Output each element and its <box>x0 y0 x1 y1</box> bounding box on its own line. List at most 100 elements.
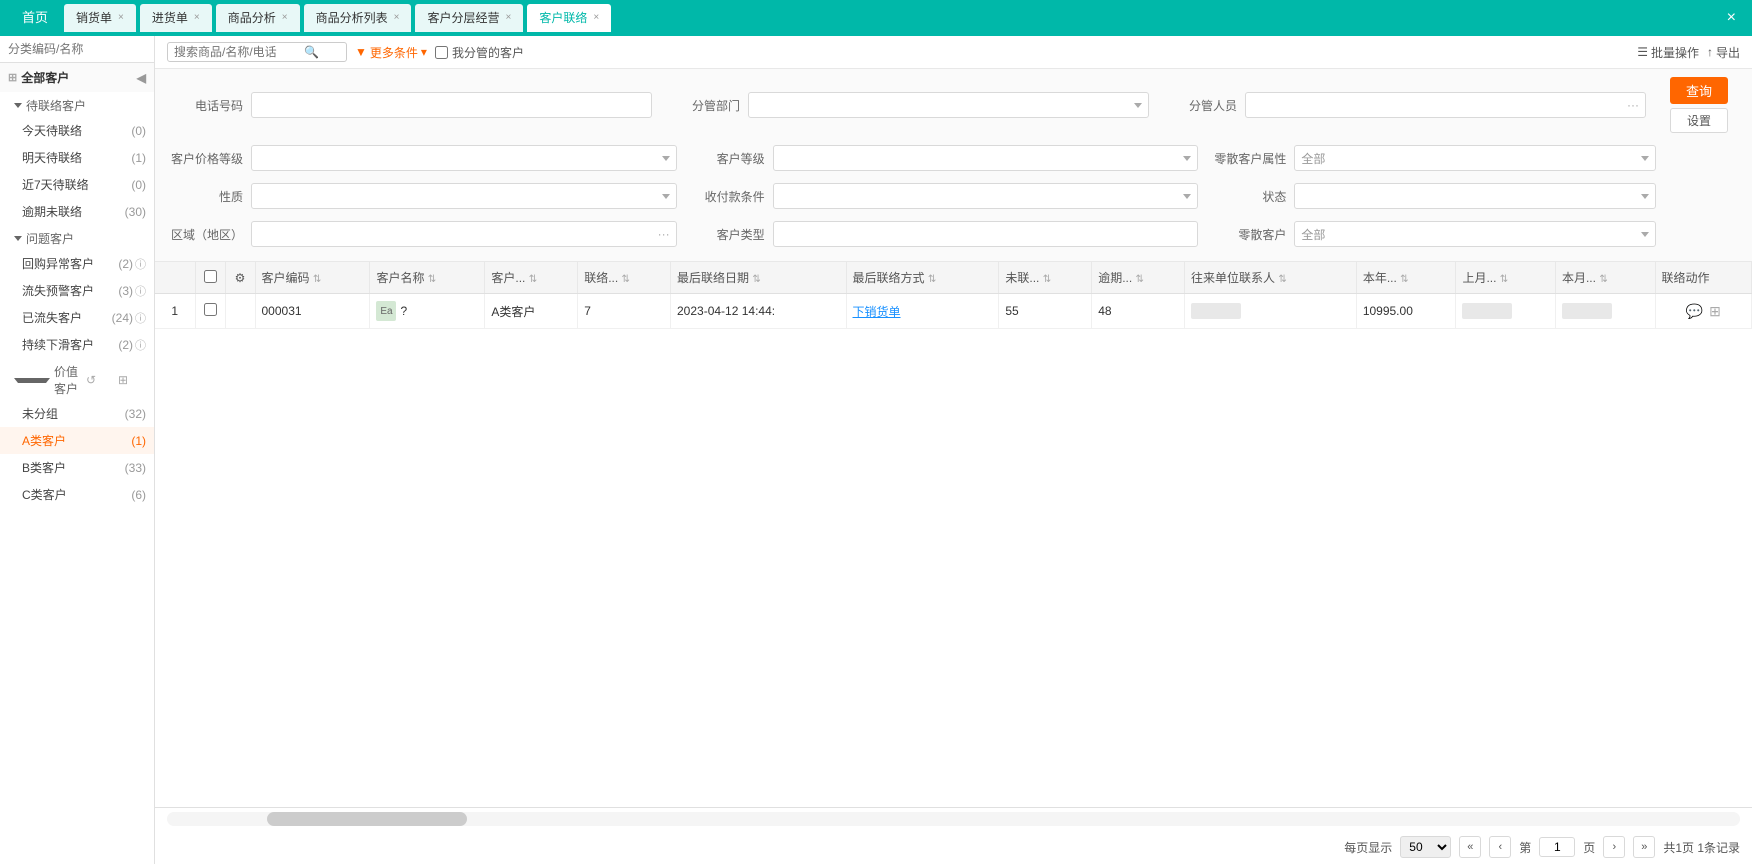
sidebar-all-customers[interactable]: ⊞ 全部客户 ◀ <box>0 63 154 92</box>
batch-operations-btn[interactable]: ☰ 批量操作 <box>1637 44 1699 61</box>
filter-input-dept[interactable] <box>748 92 1149 118</box>
th-gear[interactable]: ⚙ <box>225 262 255 294</box>
th-no-contact[interactable]: 未联... ⇅ <box>999 262 1092 294</box>
filter-cell-status: 状态 <box>1214 183 1736 209</box>
chevron-down-icon-5 <box>662 194 670 199</box>
nav-tab-customer-contact[interactable]: 客户联络 × <box>527 4 611 32</box>
action-icons: 💬 ⊞ <box>1662 303 1746 320</box>
nav-home[interactable]: 首页 <box>8 0 62 36</box>
page-size-select[interactable]: 50 100 200 <box>1400 836 1451 858</box>
sidebar-item-class-b[interactable]: B类客户 (33) <box>0 454 154 481</box>
close-all-btn[interactable]: × <box>1719 9 1744 27</box>
sidebar-item-today-pending[interactable]: 今天待联络 (0) <box>0 117 154 144</box>
sidebar-item-repurchase-abnormal[interactable]: 回购异常客户 (2) ⓘ <box>0 250 154 277</box>
tab-close-purchase[interactable]: × <box>194 4 200 32</box>
filter-input-retail-attr[interactable]: 全部 <box>1294 145 1656 171</box>
td-customer-type: A类客户 <box>485 294 578 329</box>
sort-icon-3: ⇅ <box>529 274 537 285</box>
tab-close-analysis-list[interactable]: × <box>394 4 400 32</box>
filter-label-payment: 收付款条件 <box>693 188 773 205</box>
th-customer-code[interactable]: 客户编码 ⇅ <box>255 262 370 294</box>
nav-tab-customer-segment[interactable]: 客户分层经营 × <box>415 4 523 32</box>
export-btn[interactable]: ↑ 导出 <box>1707 44 1740 61</box>
filter-input-phone[interactable] <box>251 92 652 118</box>
filter-input-nature[interactable] <box>251 183 677 209</box>
chat-icon[interactable]: 💬 <box>1686 303 1703 320</box>
chevron-down-icon-8 <box>1641 232 1649 237</box>
th-this-month[interactable]: 本月... ⇅ <box>1555 262 1655 294</box>
filter-input-person[interactable]: ··· <box>1245 92 1646 118</box>
filter-input-price-level[interactable] <box>251 145 677 171</box>
filter-label-customer-level: 客户等级 <box>693 150 773 167</box>
sidebar-item-unclassified[interactable]: 未分组 (32) <box>0 400 154 427</box>
filter-input-region[interactable]: ··· <box>251 221 677 247</box>
sidebar-search-input[interactable] <box>8 42 155 56</box>
sidebar-item-churn-warning[interactable]: 流失预警客户 (3) ⓘ <box>0 277 154 304</box>
filter-input-customer-level[interactable] <box>773 145 1199 171</box>
query-button[interactable]: 查询 <box>1670 77 1728 104</box>
th-last-month[interactable]: 上月... ⇅ <box>1456 262 1556 294</box>
th-this-year[interactable]: 本年... ⇅ <box>1356 262 1456 294</box>
sort-icon-5: ⇅ <box>752 274 760 285</box>
tab-close-customer-segment[interactable]: × <box>505 4 511 32</box>
td-last-month <box>1456 294 1556 329</box>
sidebar-collapse-btn[interactable]: ◀ <box>137 71 146 85</box>
td-company-contact <box>1185 294 1357 329</box>
tab-close-customer-contact[interactable]: × <box>593 4 599 32</box>
th-company-contact[interactable]: 往来单位联系人 ⇅ <box>1185 262 1357 294</box>
nav-tab-purchase[interactable]: 进货单 × <box>140 4 212 32</box>
filter-input-retail[interactable]: 全部 <box>1294 221 1656 247</box>
sort-icon-2: ⇅ <box>428 274 436 285</box>
my-customers-filter[interactable]: 我分管的客户 <box>435 44 524 61</box>
sort-icon-9: ⇅ <box>1278 274 1286 285</box>
th-customer-type[interactable]: 客户... ⇅ <box>485 262 578 294</box>
nav-tab-analysis-list[interactable]: 商品分析列表 × <box>304 4 412 32</box>
filter-input-status[interactable] <box>1294 183 1656 209</box>
qr-icon[interactable]: ⊞ <box>1709 303 1721 320</box>
filter-row-2: 客户价格等级 客户等级 <box>171 145 1736 171</box>
th-last-contact-method[interactable]: 最后联络方式 ⇅ <box>846 262 999 294</box>
page-number-input[interactable] <box>1539 837 1575 857</box>
sidebar-item-churned[interactable]: 已流失客户 (24) ⓘ <box>0 304 154 331</box>
select-all-checkbox[interactable] <box>204 270 217 283</box>
info-icon-0: ⓘ <box>135 256 146 272</box>
th-last-contact-date[interactable]: 最后联络日期 ⇅ <box>671 262 847 294</box>
tab-close-analysis[interactable]: × <box>282 4 288 32</box>
sidebar-item-declining[interactable]: 持续下滑客户 (2) ⓘ <box>0 331 154 358</box>
filter-cell-region: 区域（地区） ··· <box>171 221 693 247</box>
filter-search-input[interactable] <box>174 45 304 59</box>
refresh-icon[interactable]: ↺ <box>86 373 114 387</box>
filter-input-customer-type[interactable] <box>773 221 1199 247</box>
tab-close-sales[interactable]: × <box>118 4 124 32</box>
prev-page-btn[interactable]: ‹ <box>1489 836 1511 858</box>
th-overdue[interactable]: 逾期... ⇅ <box>1092 262 1185 294</box>
filter-cell-payment: 收付款条件 <box>693 183 1215 209</box>
customer-avatar: Ea <box>376 301 396 321</box>
row-checkbox[interactable] <box>204 303 217 316</box>
sidebar-item-class-a[interactable]: A类客户 (1) <box>0 427 154 454</box>
filter-input-payment[interactable] <box>773 183 1199 209</box>
chevron-down-icon <box>1134 103 1142 108</box>
filter-cell-phone: 电话号码 <box>171 92 668 118</box>
sidebar-item-7days-pending[interactable]: 近7天待联络 (0) <box>0 171 154 198</box>
sort-icon-11: ⇅ <box>1500 274 1508 285</box>
th-customer-name[interactable]: 客户名称 ⇅ <box>370 262 485 294</box>
more-conditions-btn[interactable]: ▼ 更多条件 ▾ <box>355 44 427 61</box>
settings-button[interactable]: 设置 <box>1670 108 1728 133</box>
my-customers-checkbox[interactable] <box>435 46 448 59</box>
first-page-btn[interactable]: « <box>1459 836 1481 858</box>
nav-tab-sales[interactable]: 销货单 × <box>64 4 136 32</box>
nav-tab-analysis[interactable]: 商品分析 × <box>216 4 300 32</box>
sidebar-item-tomorrow-pending[interactable]: 明天待联络 (1) <box>0 144 154 171</box>
th-contact[interactable]: 联络... ⇅ <box>578 262 671 294</box>
add-group-icon[interactable]: ⊞ <box>118 373 146 387</box>
sidebar-item-overdue-pending[interactable]: 逾期未联络 (30) <box>0 198 154 225</box>
sidebar-item-class-c[interactable]: C类客户 (6) <box>0 481 154 508</box>
filter-search-icon[interactable]: 🔍 <box>304 45 319 59</box>
next-page-btn[interactable]: › <box>1603 836 1625 858</box>
last-page-btn[interactable]: » <box>1633 836 1655 858</box>
top-nav: 首页 销货单 × 进货单 × 商品分析 × 商品分析列表 × 客户分层经营 × … <box>0 0 1752 36</box>
contact-method-link[interactable]: 下销货单 <box>853 305 901 319</box>
th-contact-action: 联络动作 <box>1655 262 1752 294</box>
horizontal-scrollbar[interactable] <box>167 812 1740 826</box>
